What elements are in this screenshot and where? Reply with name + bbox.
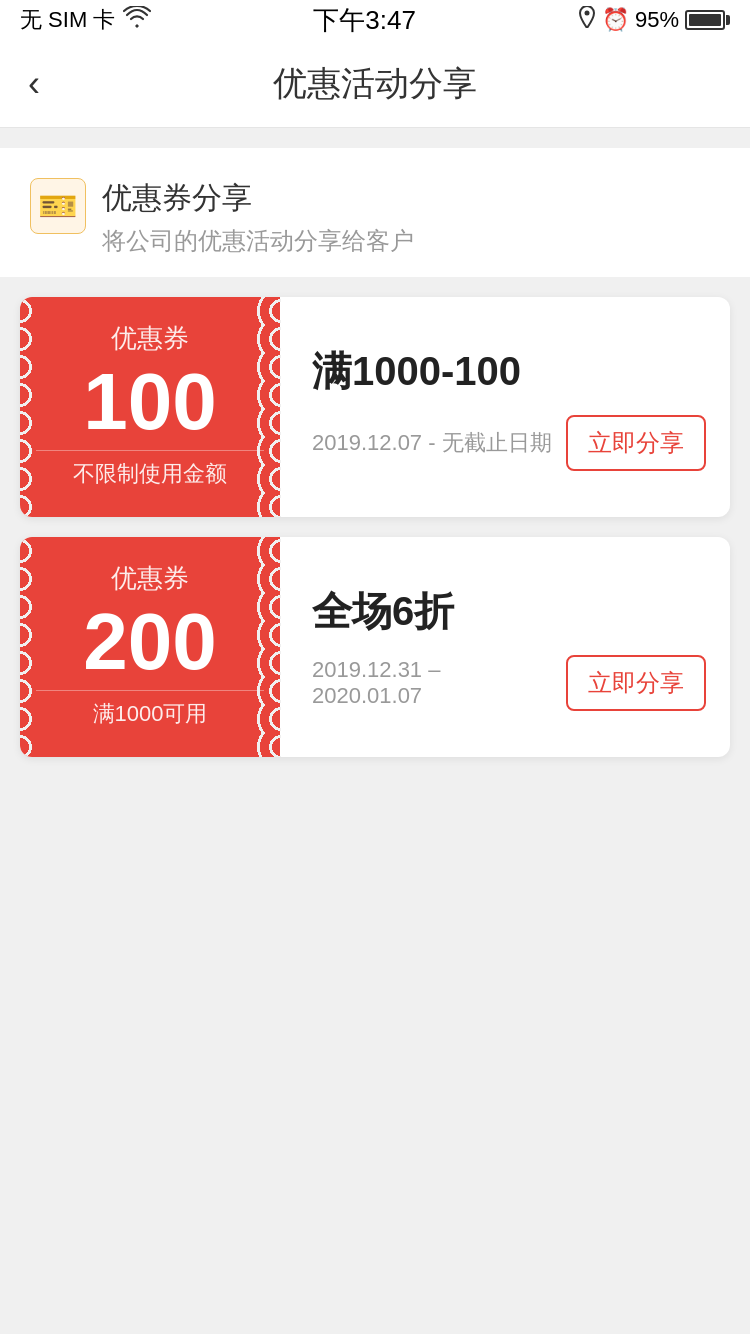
back-button[interactable]: ‹ [28,63,40,105]
svg-point-0 [584,11,589,16]
status-left: 无 SIM 卡 [20,5,151,35]
coupon-date-1: 2019.12.07 - 无截止日期 [312,428,554,458]
coupon-label-2: 优惠券 [111,561,189,596]
status-bar: 无 SIM 卡 下午3:47 ⏰ 95% [0,0,750,40]
coupon-date-2: 2019.12.31 – 2020.01.07 [312,657,554,709]
section-title: 优惠券分享 [102,178,414,219]
coupon-amount-2: 200 [83,602,216,682]
nav-bar: ‹ 优惠活动分享 [0,40,750,128]
page-title: 优惠活动分享 [273,61,477,107]
coupon-icon: 🎫 [30,178,86,234]
status-right: ⏰ 95% [578,6,730,34]
carrier-text: 无 SIM 卡 [20,5,115,35]
share-button-1[interactable]: 立即分享 [566,415,706,471]
coupon-title-1: 满1000-100 [312,344,706,399]
coupon-list: 优惠券 100 不限制使用金额 满1000-100 2019.12.07 - 无… [0,277,750,757]
coupon-amount-1: 100 [83,362,216,442]
coupon-card: 优惠券 100 不限制使用金额 满1000-100 2019.12.07 - 无… [20,297,730,517]
battery-icon [685,10,730,30]
coupon-condition-2: 满1000可用 [36,690,264,733]
coupon-right-2: 全场6折 2019.12.31 – 2020.01.07 立即分享 [280,537,730,757]
coupon-card-2: 优惠券 200 满1000可用 全场6折 2019.12.31 – 2020.0… [20,537,730,757]
section-header: 🎫 优惠券分享 将公司的优惠活动分享给客户 [0,148,750,277]
coupon-condition-1: 不限制使用金额 [36,450,264,493]
status-time: 下午3:47 [313,3,416,38]
section-subtitle: 将公司的优惠活动分享给客户 [102,225,414,257]
coupon-left-1: 优惠券 100 不限制使用金额 [20,297,280,517]
battery-percent: 95% [635,7,679,33]
section-text: 优惠券分享 将公司的优惠活动分享给客户 [102,178,414,257]
coupon-label-1: 优惠券 [111,321,189,356]
share-button-2[interactable]: 立即分享 [566,655,706,711]
wifi-icon [123,6,151,34]
coupon-footer-2: 2019.12.31 – 2020.01.07 立即分享 [312,655,706,711]
alarm-icon: ⏰ [602,7,629,33]
coupon-right-1: 满1000-100 2019.12.07 - 无截止日期 立即分享 [280,297,730,517]
coupon-title-2: 全场6折 [312,584,706,639]
coupon-left-2: 优惠券 200 满1000可用 [20,537,280,757]
coupon-footer-1: 2019.12.07 - 无截止日期 立即分享 [312,415,706,471]
empty-area [0,777,750,1277]
location-icon [578,6,596,34]
